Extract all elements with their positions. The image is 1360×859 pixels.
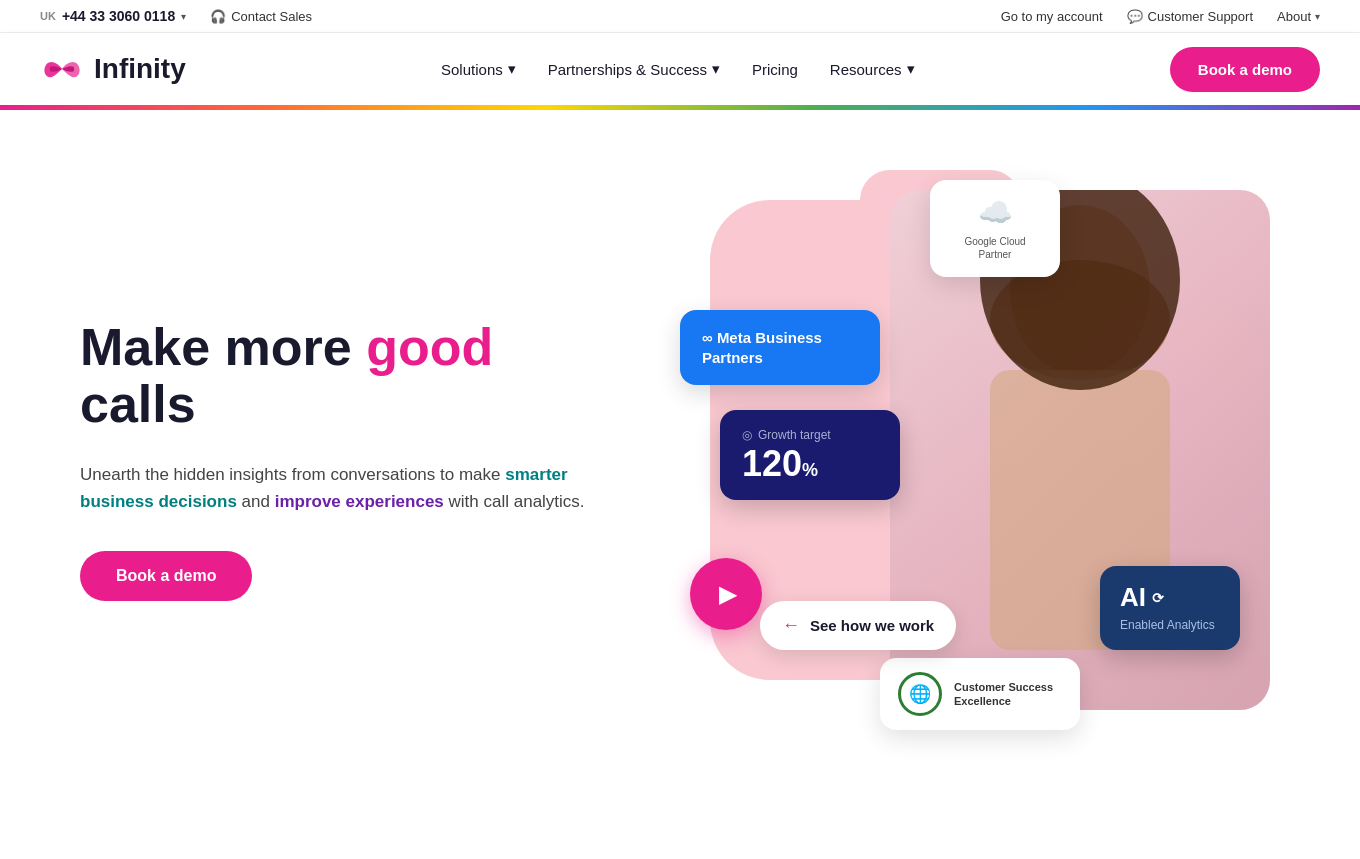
phone-group[interactable]: UK +44 33 3060 0118 ▾ <box>40 8 186 24</box>
topbar: UK +44 33 3060 0118 ▾ 🎧 Contact Sales Go… <box>0 0 1360 33</box>
contact-sales-label: Contact Sales <box>231 9 312 24</box>
solutions-chevron-icon: ▾ <box>508 60 516 78</box>
headset-icon: 🎧 <box>210 9 226 24</box>
book-demo-button-hero[interactable]: Book a demo <box>80 551 252 601</box>
phone-label: UK <box>40 10 56 22</box>
growth-suffix: % <box>802 460 818 480</box>
resources-chevron-icon: ▾ <box>907 60 915 78</box>
see-how-link[interactable]: ← See how we work <box>760 601 956 650</box>
google-cloud-icon: ☁️ <box>978 196 1013 229</box>
partnerships-label: Partnerships & Success <box>548 61 707 78</box>
contact-sales-link[interactable]: 🎧 Contact Sales <box>210 9 312 24</box>
hero-desc-pre: Unearth the hidden insights from convers… <box>80 465 505 484</box>
play-icon: ▶ <box>719 580 737 608</box>
growth-number: 120% <box>742 446 878 482</box>
hero-desc-mid: and <box>237 492 275 511</box>
hero-title-pre: Make more <box>80 318 366 376</box>
customer-support-label: Customer Support <box>1148 9 1254 24</box>
nav-partnerships[interactable]: Partnerships & Success ▾ <box>548 60 720 78</box>
navbar: Infinity Solutions ▾ Partnerships & Succ… <box>0 33 1360 105</box>
card-growth: ◎ Growth target 120% <box>720 410 900 500</box>
ai-title-text: AI <box>1120 582 1146 613</box>
hero-title-post: calls <box>80 375 196 433</box>
nav-pricing[interactable]: Pricing <box>752 61 798 78</box>
card-customer: 🌐 Customer Success Excellence <box>880 658 1080 730</box>
growth-icon: ◎ <box>742 428 752 442</box>
hero-left: Make more good calls Unearth the hidden … <box>80 319 600 602</box>
nav-solutions[interactable]: Solutions ▾ <box>441 60 516 78</box>
topbar-left: UK +44 33 3060 0118 ▾ 🎧 Contact Sales <box>40 8 312 24</box>
hero-title-highlight: good <box>366 318 493 376</box>
resources-label: Resources <box>830 61 902 78</box>
pricing-label: Pricing <box>752 61 798 78</box>
ai-subtitle: Enabled Analytics <box>1120 617 1220 634</box>
infinity-logo-icon <box>40 47 84 91</box>
growth-label: ◎ Growth target <box>742 428 878 442</box>
logo-link[interactable]: Infinity <box>40 47 186 91</box>
logo-text: Infinity <box>94 53 186 85</box>
nav-links: Solutions ▾ Partnerships & Success ▾ Pri… <box>441 60 915 78</box>
hero-desc-highlight2: improve experiences <box>275 492 444 511</box>
growth-value: 120 <box>742 443 802 484</box>
nav-resources[interactable]: Resources ▾ <box>830 60 915 78</box>
customer-card-text: Customer Success Excellence <box>954 680 1062 709</box>
hero-desc-post: with call analytics. <box>444 492 585 511</box>
ai-title: AI ⟳ <box>1120 582 1220 613</box>
go-to-account-link[interactable]: Go to my account <box>1001 9 1103 24</box>
see-how-text: See how we work <box>810 617 934 634</box>
see-how-arrow-icon: ← <box>782 615 800 636</box>
meta-card-text: Meta Business Partners <box>702 329 822 366</box>
hero-title: Make more good calls <box>80 319 600 433</box>
customer-success-icon: 🌐 <box>898 672 942 716</box>
customer-support-link[interactable]: 💬 Customer Support <box>1127 9 1254 24</box>
hero-right: ☁️ Google Cloud Partner ∞ Meta Business … <box>660 170 1280 750</box>
meta-logo-icon: ∞ <box>702 329 717 346</box>
hero-section: Make more good calls Unearth the hidden … <box>0 110 1360 790</box>
phone-chevron-icon: ▾ <box>181 11 186 22</box>
card-ai: AI ⟳ Enabled Analytics <box>1100 566 1240 650</box>
about-chevron-icon: ▾ <box>1315 11 1320 22</box>
solutions-label: Solutions <box>441 61 503 78</box>
partnerships-chevron-icon: ▾ <box>712 60 720 78</box>
play-button[interactable]: ▶ <box>690 558 762 630</box>
book-demo-button-nav[interactable]: Book a demo <box>1170 47 1320 92</box>
meta-card-icon: ∞ Meta Business Partners <box>702 328 858 367</box>
phone-number: +44 33 3060 0118 <box>62 8 175 24</box>
card-meta: ∞ Meta Business Partners <box>680 310 880 385</box>
topbar-right: Go to my account 💬 Customer Support Abou… <box>1001 9 1320 24</box>
hero-description: Unearth the hidden insights from convers… <box>80 461 600 515</box>
growth-label-text: Growth target <box>758 428 831 442</box>
ai-icon: ⟳ <box>1152 590 1164 606</box>
card-google: ☁️ Google Cloud Partner <box>930 180 1060 277</box>
support-icon: 💬 <box>1127 9 1143 24</box>
google-card-text: Google Cloud Partner <box>950 235 1040 261</box>
about-label: About <box>1277 9 1311 24</box>
about-menu[interactable]: About ▾ <box>1277 9 1320 24</box>
